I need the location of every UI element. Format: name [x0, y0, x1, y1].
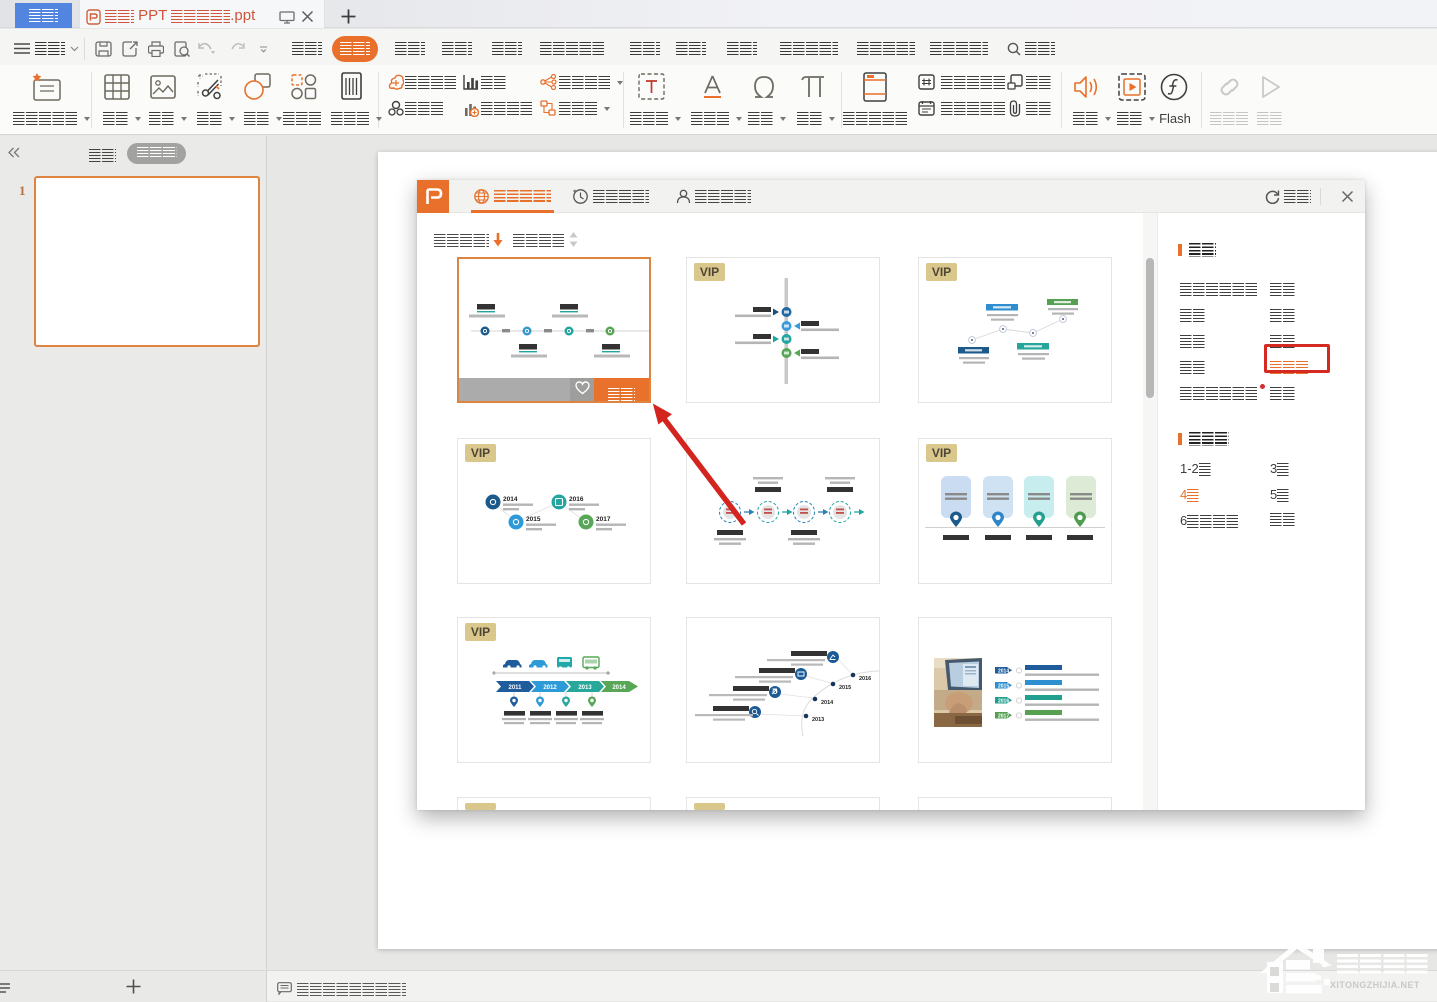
- svg-text:2016: 2016: [998, 698, 1009, 704]
- svg-text:2013: 2013: [578, 685, 592, 691]
- svg-text:2014: 2014: [503, 496, 518, 503]
- svg-text:2012: 2012: [543, 685, 557, 691]
- svg-text:2014: 2014: [998, 668, 1009, 674]
- svg-text:2015: 2015: [998, 683, 1009, 689]
- svg-text:2014: 2014: [821, 700, 834, 706]
- svg-text:2016: 2016: [859, 676, 871, 682]
- svg-text:2015: 2015: [839, 685, 851, 691]
- svg-text:2015: 2015: [526, 516, 541, 523]
- svg-text:2011: 2011: [508, 685, 522, 691]
- svg-text:2013: 2013: [812, 717, 824, 723]
- svg-text:2014: 2014: [612, 685, 626, 691]
- svg-text:2017: 2017: [596, 516, 611, 523]
- svg-text:2016: 2016: [569, 496, 584, 503]
- svg-text:2017: 2017: [998, 713, 1009, 719]
